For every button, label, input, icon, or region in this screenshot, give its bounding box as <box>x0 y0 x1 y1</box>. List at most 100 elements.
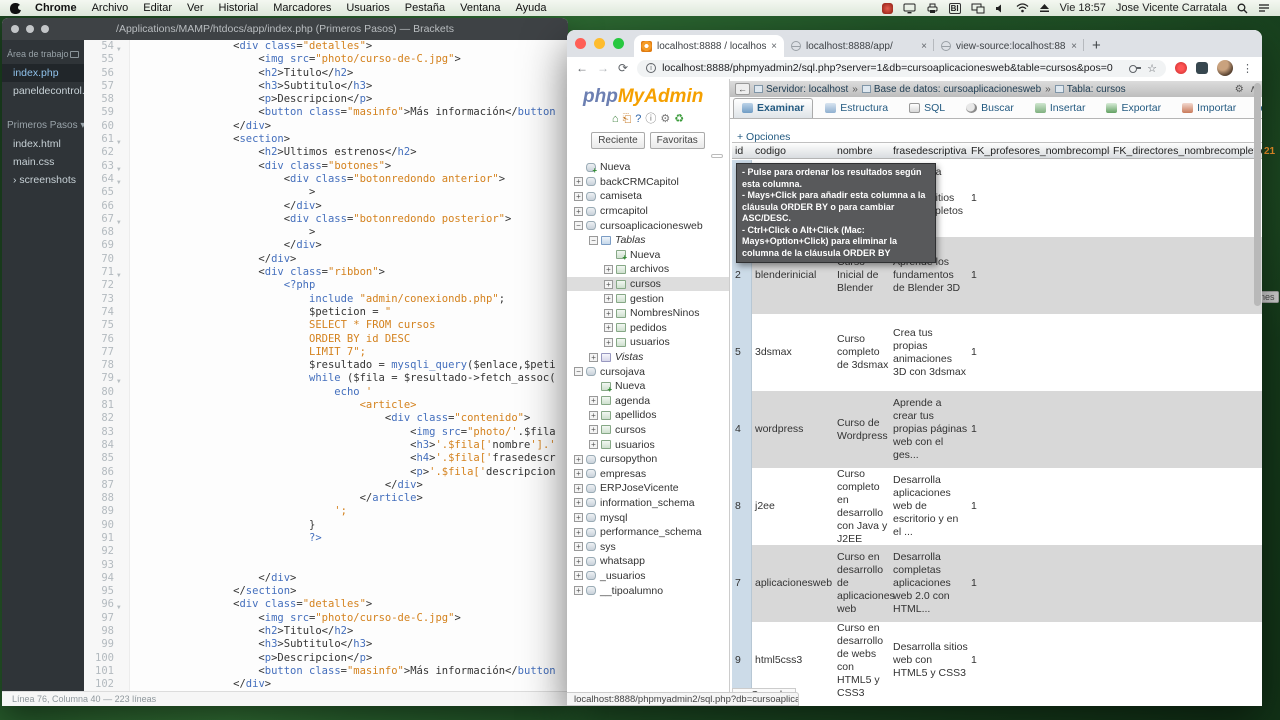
tree-expander-icon[interactable]: + <box>604 294 613 304</box>
tree-item-usuarios[interactable]: + _usuarios <box>567 569 729 584</box>
menu-item-pesta-a[interactable]: Pestaña <box>405 2 445 14</box>
forward-button[interactable]: → <box>597 61 609 75</box>
extension-icon[interactable] <box>881 2 893 14</box>
pma-tab-insertar[interactable]: Insertar <box>1026 98 1095 118</box>
tree-expander-icon[interactable]: − <box>574 367 583 377</box>
pma-tab-estructura[interactable]: Estructura <box>816 98 897 118</box>
working-file-index-php[interactable]: index.php <box>2 64 84 82</box>
tree-item-camiseta[interactable]: + camiseta <box>567 189 729 204</box>
project-file-screenshots[interactable]: › screenshots <box>2 171 84 189</box>
tree-expander-icon[interactable]: + <box>574 483 583 493</box>
tree-item-erpjosevicente[interactable]: + ERPJoseVicente <box>567 481 729 496</box>
column-header-nombre[interactable]: nombre <box>834 145 890 157</box>
tree-expander-icon[interactable]: + <box>574 586 583 596</box>
display-icon[interactable] <box>903 3 916 14</box>
tree-item-apellidos[interactable]: + apellidos <box>567 408 729 423</box>
menu-item-ventana[interactable]: Ventana <box>460 2 500 14</box>
code-editor[interactable]: 54 ▼ <div class="detalles"> 55 <img src="p… <box>84 40 568 691</box>
tree-expander-icon[interactable]: + <box>604 337 613 347</box>
new-tab-button[interactable]: + <box>1092 37 1101 54</box>
tree-item-nueva[interactable]: + Nueva <box>567 248 729 262</box>
adblock-extension-icon[interactable] <box>1175 62 1187 74</box>
tree-expander-icon[interactable]: + <box>574 454 583 464</box>
tree-item-mysql[interactable]: + mysql <box>567 510 729 525</box>
eject-icon[interactable] <box>1039 3 1050 13</box>
split-view-icon[interactable] <box>70 50 79 58</box>
site-info-icon[interactable]: i <box>646 63 657 73</box>
chrome-menu-icon[interactable]: ⋮ <box>1242 62 1253 75</box>
column-header-codigo[interactable]: codigo <box>752 145 834 157</box>
column-header-fk-profesores-nombrecompleto[interactable]: FK_profesores_nombrecompleto <box>968 145 1110 157</box>
pma-tab-exportar[interactable]: Exportar <box>1097 98 1170 118</box>
tree-item-usuarios[interactable]: + usuarios <box>567 437 729 452</box>
spotlight-search-icon[interactable] <box>1237 3 1248 14</box>
tree-expander-icon[interactable]: + <box>574 191 583 201</box>
browser-tab-localhost-8888-localhost-cu[interactable]: localhost:8888 / localhost / cu× <box>634 35 784 57</box>
screen-mirroring-icon[interactable] <box>971 3 985 14</box>
column-header-id[interactable]: id <box>732 145 752 157</box>
pma-tab-examinar[interactable]: Examinar <box>733 98 814 118</box>
tree-item-cursoaplicacionesweb[interactable]: − cursoaplicacionesweb <box>567 218 729 233</box>
column-header-fk-directores-nombrecompleto[interactable]: FK_directores_nombrecompleto <box>1110 145 1262 157</box>
tree-item-gestion[interactable]: + gestion <box>567 291 729 306</box>
tree-item-empresas[interactable]: + empresas <box>567 466 729 481</box>
tree-expander-icon[interactable]: + <box>589 440 598 450</box>
nav-button-reciente[interactable]: Reciente <box>591 132 645 149</box>
browser-tab-view-source-localhost-8888-a[interactable]: view-source:localhost:8888/a× <box>934 35 1084 57</box>
tree-item-tablas[interactable]: − Tablas <box>567 233 729 248</box>
address-bar[interactable]: i localhost:8888/phpmyadmin2/sql.php?ser… <box>637 59 1166 77</box>
refresh-icon[interactable]: ♻ <box>674 113 684 125</box>
tree-item-performance-schema[interactable]: + performance_schema <box>567 525 729 540</box>
tree-item-whatsapp[interactable]: + whatsapp <box>567 554 729 569</box>
tree-expander-icon[interactable]: + <box>574 527 583 537</box>
menu-item-historial[interactable]: Historial <box>219 2 259 14</box>
tree-expander-icon[interactable]: + <box>574 177 583 187</box>
tab-close-icon[interactable]: × <box>771 41 777 52</box>
printer-icon[interactable] <box>926 3 939 14</box>
password-key-icon[interactable] <box>1129 64 1142 73</box>
tree-item-vistas[interactable]: + Vistas <box>567 350 729 365</box>
tree-expander-icon[interactable]: + <box>574 469 583 479</box>
tree-expander-icon[interactable]: + <box>604 264 613 274</box>
tree-item-sys[interactable]: + sys <box>567 539 729 554</box>
browser-tab-localhost-8888-app[interactable]: localhost:8888/app/× <box>784 35 934 57</box>
column-header-frasedescriptiva[interactable]: frasedescriptiva <box>890 145 968 157</box>
breadcrumb-segment[interactable]: Tabla: cursos <box>1067 84 1126 95</box>
tree-item-cursopython[interactable]: + cursopython <box>567 452 729 467</box>
nav-button-favoritas[interactable]: Favoritas <box>649 132 705 149</box>
page-scrollbar-thumb[interactable] <box>1254 83 1261 306</box>
notification-center-icon[interactable] <box>1258 3 1270 13</box>
tab-close-icon[interactable]: × <box>921 41 927 52</box>
wifi-icon[interactable] <box>1016 3 1029 13</box>
project-file-main-css[interactable]: main.css <box>2 153 84 171</box>
profile-avatar[interactable] <box>1217 60 1233 76</box>
menubar-clock[interactable]: Vie 18:57 <box>1060 2 1106 14</box>
tree-item-cursos[interactable]: + cursos <box>567 423 729 438</box>
help-icon[interactable]: ? <box>635 113 641 125</box>
tree-expander-icon[interactable]: + <box>604 323 613 333</box>
menu-item-usuarios[interactable]: Usuarios <box>346 2 389 14</box>
tree-expander-icon[interactable]: + <box>589 425 598 435</box>
breadcrumb-segment[interactable]: Servidor: localhost <box>766 84 848 95</box>
tree-item-usuarios[interactable]: + usuarios <box>567 335 729 350</box>
tree-item-cursojava[interactable]: − cursojava <box>567 364 729 379</box>
info-icon[interactable]: ⓘ <box>645 113 656 125</box>
pma-tab-buscar[interactable]: Buscar <box>957 98 1023 118</box>
bookmark-star-icon[interactable]: ☆ <box>1147 62 1157 75</box>
tree-expander-icon[interactable]: + <box>589 410 598 420</box>
apple-menu-icon[interactable] <box>10 2 23 14</box>
tree-expander-icon[interactable]: + <box>604 279 613 289</box>
volume-icon[interactable] <box>995 3 1006 14</box>
tree-expander-icon[interactable]: + <box>574 513 583 523</box>
tree-expander-icon[interactable]: − <box>574 221 583 231</box>
tree-item-crmcapitol[interactable]: + crmcapitol <box>567 204 729 219</box>
nav-collapse-arrow[interactable]: ← <box>735 83 750 95</box>
tree-item-tipoalumno[interactable]: + __tipoalumno <box>567 583 729 598</box>
project-file-index-html[interactable]: index.html <box>2 135 84 153</box>
tree-expander-icon[interactable]: + <box>574 206 583 216</box>
back-button[interactable]: ← <box>576 61 588 75</box>
menubar-user[interactable]: Jose Vicente Carratala <box>1116 2 1227 14</box>
window-controls[interactable] <box>575 38 624 49</box>
tree-expander-icon[interactable]: − <box>589 235 598 245</box>
breadcrumb-segment[interactable]: Base de datos: cursoaplicacionesweb <box>874 84 1041 95</box>
